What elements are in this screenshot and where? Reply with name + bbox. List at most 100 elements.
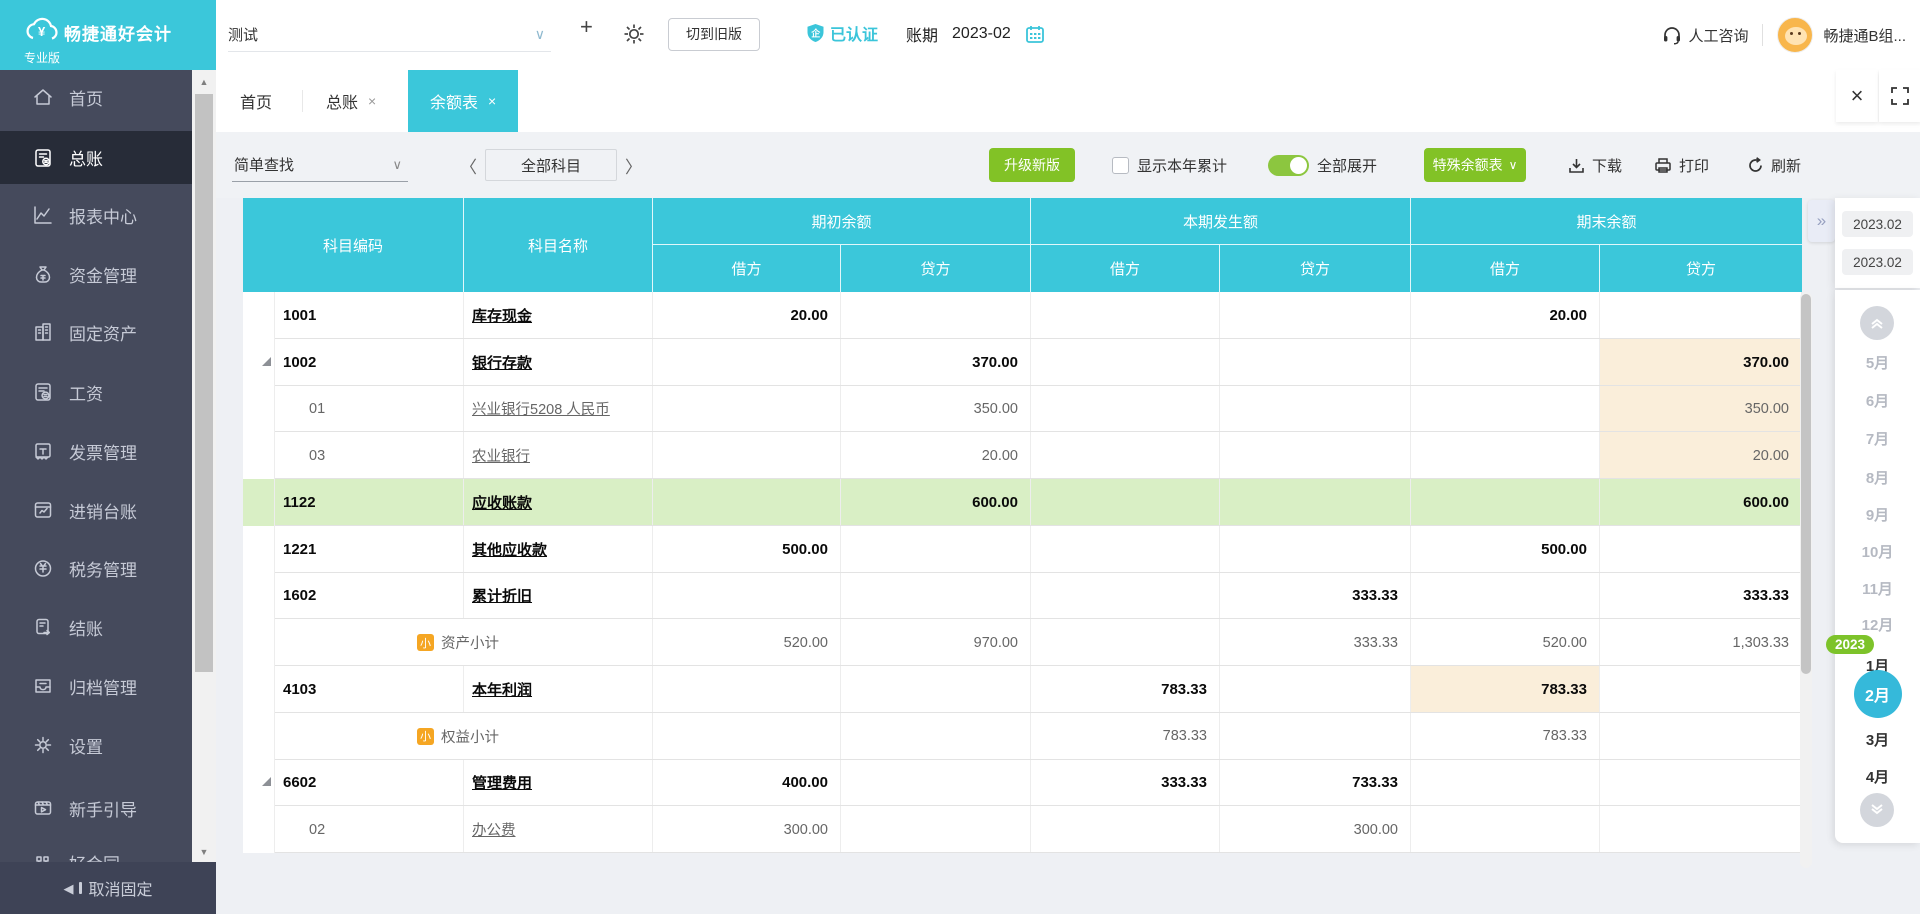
cell-qc-j[interactable] (653, 385, 841, 433)
cell-bq-d[interactable]: 333.33 (1220, 619, 1411, 666)
close-page-button[interactable]: × (1836, 70, 1878, 122)
cell-qm-d[interactable] (1600, 525, 1802, 573)
subject-name-link[interactable]: 农业银行 (472, 445, 530, 466)
account-select[interactable]: 测试 ∨ (228, 20, 551, 52)
cell-qc-d[interactable] (841, 712, 1031, 760)
table-row[interactable]: 02 办公费 300.00 300.00 (243, 806, 1802, 853)
cell-qm-d[interactable] (1600, 666, 1802, 713)
sidebar-item-11[interactable]: 归档管理 (0, 662, 192, 710)
cell-qm-d[interactable] (1600, 806, 1802, 853)
cell-bq-d[interactable] (1220, 712, 1411, 760)
cell-bq-j[interactable] (1031, 292, 1220, 339)
sidebar-item-7[interactable]: 发票管理 (0, 427, 192, 475)
cell-bq-j[interactable]: 783.33 (1031, 712, 1220, 760)
cell-qm-d[interactable] (1600, 292, 1802, 339)
month-item[interactable]: 7月 (1835, 421, 1920, 455)
period-value[interactable]: 2023-02 (952, 25, 1011, 43)
cell-qc-j[interactable]: 20.00 (653, 292, 841, 339)
cell-qm-j[interactable] (1411, 432, 1600, 479)
table-row[interactable]: 4103 本年利润 783.33 783.33 (243, 666, 1802, 713)
cell-bq-d[interactable] (1220, 292, 1411, 339)
subject-name-link[interactable]: 本年利润 (472, 679, 532, 700)
cell-qm-j[interactable]: 783.33 (1411, 712, 1600, 760)
cell-bq-d[interactable]: 333.33 (1220, 572, 1411, 620)
sidebar-scroll-thumb[interactable] (195, 94, 213, 672)
sidebar-item-10[interactable]: 结账 (0, 603, 192, 651)
table-scrollbar[interactable] (1800, 292, 1812, 868)
cell-qc-j[interactable] (653, 572, 841, 620)
cell-qc-d[interactable]: 370.00 (841, 338, 1031, 386)
subject-name-link[interactable]: 兴业银行5208 人民币 (472, 398, 610, 419)
sidebar-item-2[interactable]: 总账 (0, 131, 192, 184)
month-item[interactable]: 10月 (1835, 534, 1920, 568)
cell-bq-d[interactable] (1220, 666, 1411, 713)
cell-qm-j[interactable] (1411, 759, 1600, 807)
cell-qm-j[interactable] (1411, 572, 1600, 620)
month-item[interactable]: 11月 (1835, 571, 1920, 605)
subject-name-link[interactable]: 库存现金 (472, 305, 532, 326)
cell-bq-j[interactable] (1031, 432, 1220, 479)
sidebar-item-5[interactable]: 固定资产 (0, 308, 192, 356)
upgrade-button[interactable]: 升级新版 (989, 148, 1075, 182)
unpin-sidebar-button[interactable]: ◀ 取消固定 (0, 862, 216, 914)
cell-bq-j[interactable] (1031, 572, 1220, 620)
table-row[interactable]: 1602 累计折旧 333.33 333.33 (243, 572, 1802, 620)
tab-close-icon[interactable]: × (488, 93, 496, 109)
sidebar-item-3[interactable]: 报表中心 (0, 191, 192, 239)
subject-scope-select[interactable]: 全部科目 (485, 149, 617, 181)
table-row[interactable]: 1122 应收账款 600.00 600.00 (243, 479, 1802, 526)
table-row[interactable]: 1002 银行存款 370.00 370.00 (243, 338, 1802, 386)
cell-qm-j[interactable]: 520.00 (1411, 619, 1600, 666)
tab-1[interactable]: 首页 (218, 70, 294, 132)
cell-qc-d[interactable] (841, 806, 1031, 853)
sidebar-item-12[interactable]: 设置 (0, 721, 192, 769)
cell-bq-j[interactable] (1031, 338, 1220, 386)
table-row[interactable]: 1001 库存现金 20.00 20.00 (243, 292, 1802, 339)
sidebar-scrollbar[interactable]: ▲ ▼ (192, 70, 216, 862)
cell-bq-j[interactable] (1031, 385, 1220, 433)
cell-qm-d[interactable]: 600.00 (1600, 479, 1802, 526)
sidebar-item-6[interactable]: 工资 (0, 368, 192, 416)
cell-bq-j[interactable] (1031, 806, 1220, 853)
cell-bq-j[interactable]: 783.33 (1031, 666, 1220, 713)
cell-qc-j[interactable]: 520.00 (653, 619, 841, 666)
cell-bq-d[interactable] (1220, 432, 1411, 479)
cell-qm-j[interactable]: 20.00 (1411, 292, 1600, 339)
cell-bq-j[interactable]: 333.33 (1031, 759, 1220, 807)
table-scroll-thumb[interactable] (1801, 294, 1811, 674)
month-item[interactable]: 4月 (1835, 759, 1920, 793)
month-item[interactable]: 9月 (1835, 497, 1920, 531)
subject-name-link[interactable]: 累计折旧 (472, 585, 532, 606)
cell-qc-d[interactable] (841, 759, 1031, 807)
cell-qm-j[interactable] (1411, 479, 1600, 526)
special-balance-select[interactable]: 特殊余额表 ∨ (1424, 148, 1526, 182)
period-chip[interactable]: 2023.02 (1842, 211, 1913, 237)
search-mode-select[interactable]: 简单查找 ∨ (232, 148, 408, 182)
month-item[interactable]: 6月 (1835, 383, 1920, 417)
expand-all-toggle[interactable] (1268, 154, 1309, 176)
table-row[interactable]: 6602 管理费用 400.00 333.33 733.33 (243, 759, 1802, 807)
table-row[interactable]: 03 农业银行 20.00 20.00 (243, 432, 1802, 479)
month-item[interactable]: 3月 (1835, 722, 1920, 756)
cell-qc-d[interactable]: 20.00 (841, 432, 1031, 479)
month-item[interactable]: 8月 (1835, 460, 1920, 494)
user-avatar[interactable] (1777, 17, 1814, 53)
cell-qc-j[interactable]: 400.00 (653, 759, 841, 807)
cell-bq-d[interactable] (1220, 479, 1411, 526)
cell-qm-j[interactable]: 783.33 (1411, 666, 1600, 713)
tab-2[interactable]: 总账 × (304, 70, 398, 132)
tab-close-icon[interactable]: × (368, 93, 376, 109)
collapse-triangle-icon[interactable] (262, 777, 271, 787)
cell-qm-j[interactable] (1411, 338, 1600, 386)
cell-qc-j[interactable] (653, 712, 841, 760)
cell-qm-d[interactable]: 20.00 (1600, 432, 1802, 479)
support-link[interactable]: 人工咨询 (1662, 25, 1748, 46)
cell-qm-d[interactable]: 350.00 (1600, 385, 1802, 433)
subject-name-link[interactable]: 应收账款 (472, 492, 532, 513)
cell-qc-d[interactable]: 350.00 (841, 385, 1031, 433)
cell-qc-d[interactable] (841, 572, 1031, 620)
fullscreen-button[interactable] (1879, 70, 1920, 122)
cell-qc-d[interactable]: 970.00 (841, 619, 1031, 666)
download-button[interactable]: 下载 (1568, 155, 1622, 176)
cell-qc-d[interactable] (841, 666, 1031, 713)
